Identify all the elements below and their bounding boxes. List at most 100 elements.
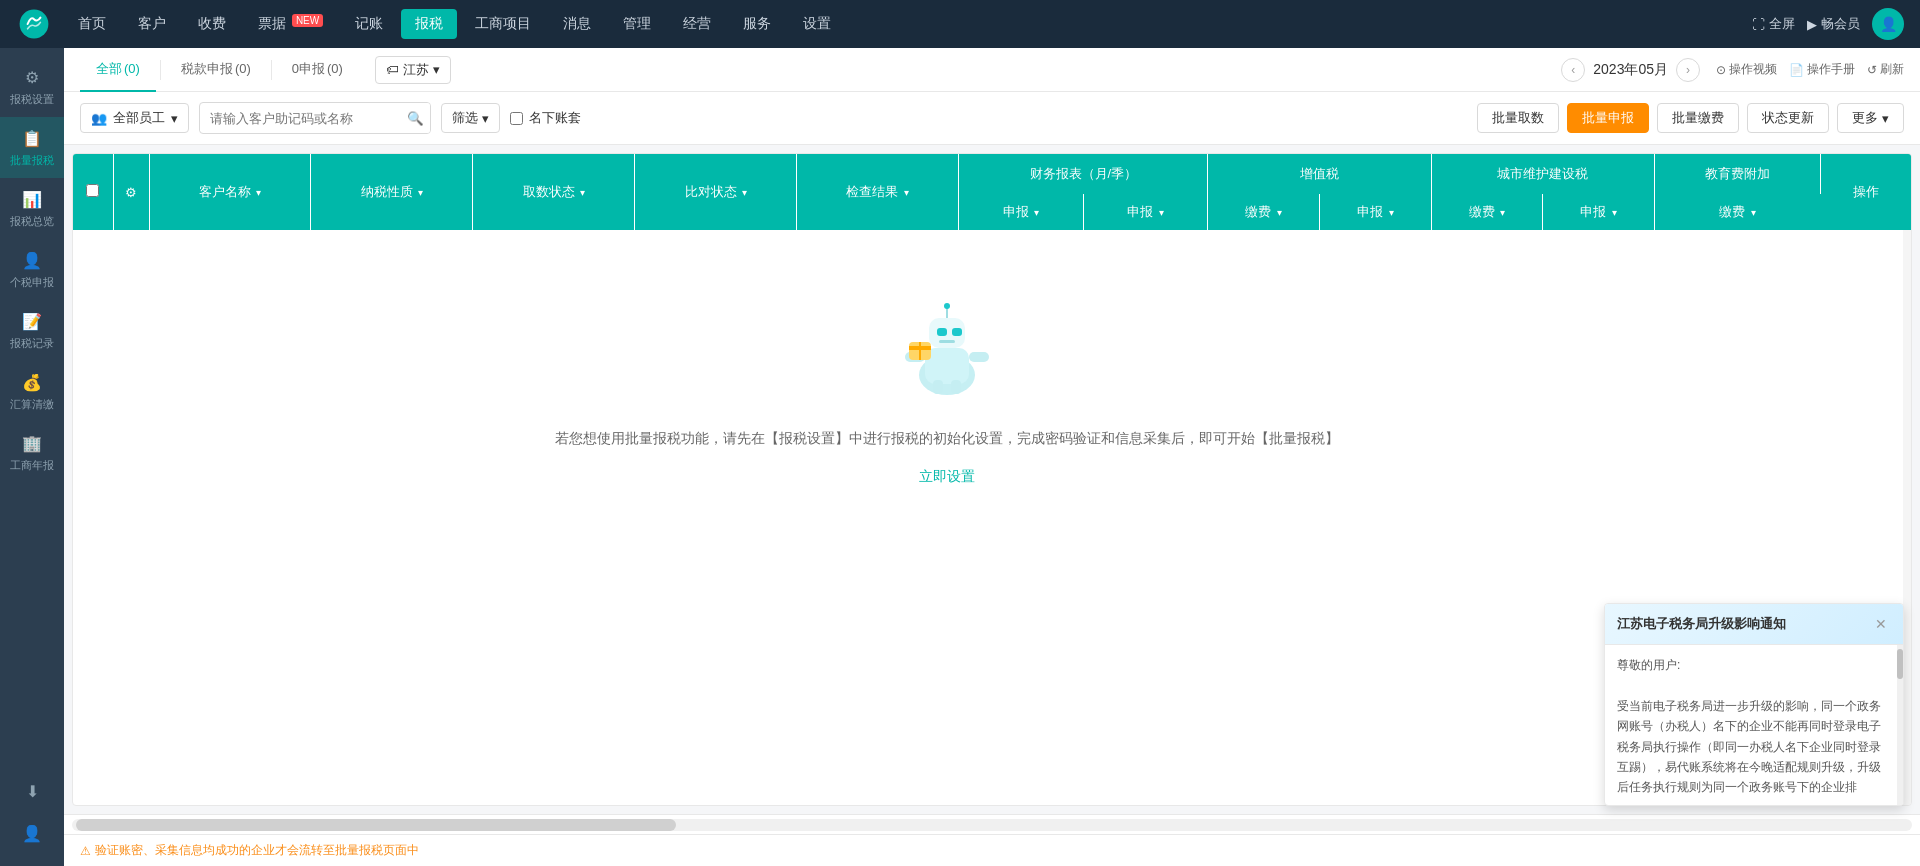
sidebar-item-tax-settings[interactable]: ⚙ 报税设置: [0, 56, 64, 117]
nav-item-home[interactable]: 首页: [64, 9, 120, 39]
svg-rect-4: [937, 328, 947, 336]
settlement-icon: 💰: [21, 371, 43, 393]
sidebar-item-personal-tax[interactable]: 👤 个税申报: [0, 239, 64, 300]
sidebar-item-settlement[interactable]: 💰 汇算清缴: [0, 361, 64, 422]
select-all-checkbox[interactable]: [86, 184, 99, 197]
financial-report-header: 财务报表（月/季）: [959, 154, 1208, 194]
filter-icon: ▾: [742, 187, 747, 198]
nav-item-tax[interactable]: 报税: [401, 9, 457, 39]
filter-button[interactable]: 筛选 ▾: [441, 103, 500, 133]
fetch-status-header: 取数状态 ▾: [473, 154, 635, 230]
nav-item-service[interactable]: 服务: [729, 9, 785, 39]
search-input[interactable]: [200, 106, 400, 131]
name-accounts-checkbox[interactable]: [510, 112, 523, 125]
settings-header[interactable]: ⚙: [113, 154, 149, 230]
compare-status-header: 比对状态 ▾: [635, 154, 797, 230]
avatar[interactable]: 👤: [1872, 8, 1904, 40]
status-update-button[interactable]: 状态更新: [1747, 103, 1829, 133]
fullscreen-button[interactable]: ⛶ 全屏: [1752, 15, 1795, 33]
province-icon: 🏷: [386, 62, 399, 77]
bottom-scrollbar-wrapper: [64, 814, 1920, 834]
tab-zero-count: (0): [327, 61, 343, 76]
nav-item-message[interactable]: 消息: [549, 9, 605, 39]
toolbar-right: 批量取数 批量申报 批量缴费 状态更新 更多 ▾: [1477, 103, 1904, 133]
content-area: 全部 (0) 税款申报 (0) 0申报 (0) 🏷 江苏 ▾ ‹ 2023年05…: [64, 48, 1920, 866]
nav-item-billing[interactable]: 收费: [184, 9, 240, 39]
tab-all[interactable]: 全部 (0): [80, 48, 156, 92]
month-nav: ‹ 2023年05月 ›: [1561, 58, 1700, 82]
tab-all-count: (0): [124, 61, 140, 76]
svg-rect-10: [969, 352, 989, 362]
batch-fetch-button[interactable]: 批量取数: [1477, 103, 1559, 133]
fullscreen-icon: ⛶: [1752, 17, 1765, 32]
filter-icon: ▾: [1751, 207, 1756, 218]
video-icon: ⊙: [1716, 63, 1726, 77]
batch-declare-button[interactable]: 批量申报: [1567, 103, 1649, 133]
sidebar-item-profile[interactable]: 👤: [0, 812, 64, 854]
customer-name-header: 客户名称 ▾: [149, 154, 311, 230]
refresh-action[interactable]: ↺ 刷新: [1867, 61, 1904, 78]
tax-settings-icon: ⚙: [21, 66, 43, 88]
tab-declare[interactable]: 税款申报 (0): [165, 48, 267, 92]
bottom-bar-text: 验证账密、采集信息均成功的企业才会流转至批量报税页面中: [95, 842, 419, 859]
setup-link[interactable]: 立即设置: [919, 468, 975, 486]
svg-point-8: [944, 303, 950, 309]
name-accounts-checkbox-label[interactable]: 名下账套: [510, 109, 581, 127]
search-icon: 🔍: [407, 111, 424, 126]
sidebar-item-download[interactable]: ⬇: [0, 770, 64, 812]
batch-pay-button[interactable]: 批量缴费: [1657, 103, 1739, 133]
svg-rect-6: [939, 340, 955, 343]
empty-state: 若您想使用批量报税功能，请先在【报税设置】中进行报税的初始化设置，完成密码验证和…: [73, 230, 1821, 546]
bottom-scrollbar-thumb: [76, 819, 676, 831]
bottom-scrollbar-track[interactable]: [72, 819, 1912, 831]
sidebar-item-tax-records[interactable]: 📝 报税记录: [0, 300, 64, 361]
financial-declare-header: 申报 ▾: [959, 194, 1084, 230]
manual-action[interactable]: 📄 操作手册: [1789, 61, 1855, 78]
province-selector[interactable]: 🏷 江苏 ▾: [375, 56, 451, 84]
sidebar-item-annual-report[interactable]: 🏢 工商年报: [0, 422, 64, 483]
filter-icon: ▾: [418, 187, 423, 198]
nav-item-invoice[interactable]: 票据 NEW: [244, 9, 337, 39]
operation-header: 操作: [1821, 154, 1911, 230]
logo: [16, 6, 52, 42]
svg-rect-5: [952, 328, 962, 336]
sidebar: ⚙ 报税设置 📋 批量报税 📊 报税总览 👤 个税申报 📝 报税记录 💰 汇算清…: [0, 48, 64, 866]
search-button[interactable]: 🔍: [400, 103, 430, 133]
tab-divider-2: [271, 60, 272, 80]
next-month-button[interactable]: ›: [1676, 58, 1700, 82]
avatar-icon: 👤: [1880, 16, 1897, 32]
filter-icon: ▾: [1612, 207, 1617, 218]
sidebar-item-batch-tax[interactable]: 📋 批量报税: [0, 117, 64, 178]
filter-icon: ▾: [1034, 207, 1039, 218]
member-button[interactable]: ▶ 畅会员: [1807, 15, 1860, 33]
prev-month-button[interactable]: ‹: [1561, 58, 1585, 82]
nav-item-accounting[interactable]: 记账: [341, 9, 397, 39]
robot-illustration: [887, 290, 1007, 410]
nav-item-operation[interactable]: 经营: [669, 9, 725, 39]
filter-icon: ▾: [904, 187, 909, 198]
notification-body: 尊敬的用户: 受当前电子税务局进一步升级的影响，同一个政务网账号（办税人）名下的…: [1605, 645, 1903, 805]
sidebar-item-tax-overview[interactable]: 📊 报税总览: [0, 178, 64, 239]
employee-select[interactable]: 👥 全部员工 ▾: [80, 103, 189, 133]
more-button[interactable]: 更多 ▾: [1837, 103, 1904, 133]
city-tax-header: 城市维护建设税: [1431, 154, 1654, 194]
city-pay-header: 缴费 ▾: [1431, 194, 1543, 230]
main-layout: ⚙ 报税设置 📋 批量报税 📊 报税总览 👤 个税申报 📝 报税记录 💰 汇算清…: [0, 48, 1920, 866]
vat-pay-header: 缴费 ▾: [1208, 194, 1320, 230]
search-box: 🔍: [199, 102, 431, 134]
filter-icon: ▾: [1389, 207, 1394, 218]
sidebar-bottom: ⬇ 👤: [0, 770, 64, 866]
nav-item-business[interactable]: 工商项目: [461, 9, 545, 39]
checkbox-header[interactable]: [73, 154, 113, 230]
svg-rect-2: [925, 348, 969, 384]
nav-item-settings[interactable]: 设置: [789, 9, 845, 39]
video-action[interactable]: ⊙ 操作视频: [1716, 61, 1777, 78]
nav-item-customer[interactable]: 客户: [124, 9, 180, 39]
nav-item-manage[interactable]: 管理: [609, 9, 665, 39]
notification-scroll-indicator[interactable]: [1897, 645, 1903, 805]
new-badge: NEW: [292, 14, 323, 27]
notification-close-button[interactable]: ✕: [1871, 614, 1891, 634]
chevron-down-icon: ▾: [482, 111, 489, 126]
table-scrollbar[interactable]: [1903, 154, 1911, 805]
tab-zero[interactable]: 0申报 (0): [276, 48, 359, 92]
